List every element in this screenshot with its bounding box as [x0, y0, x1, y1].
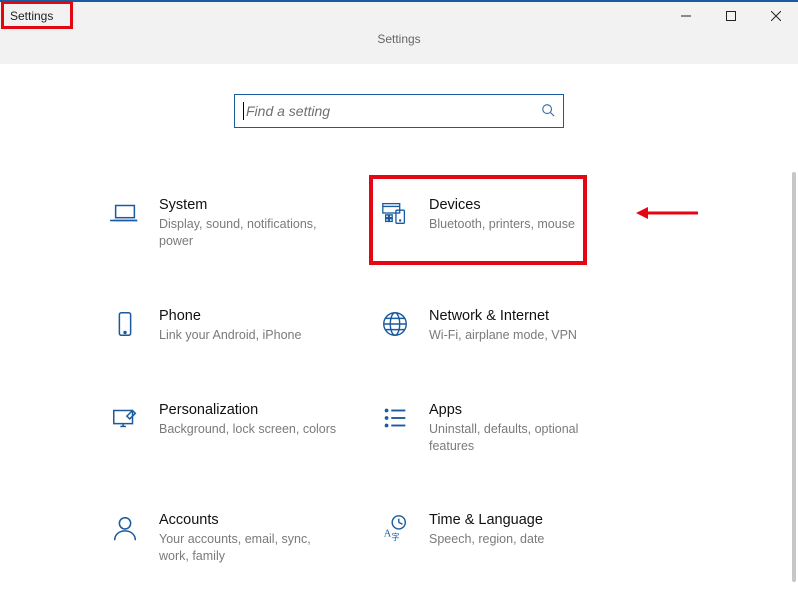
tile-text: Accounts Your accounts, email, sync, work…	[159, 512, 339, 565]
settings-tile-apps[interactable]: Apps Uninstall, defaults, optional featur…	[379, 398, 649, 459]
tile-title: Accounts	[159, 512, 339, 528]
breadcrumb-text: Settings	[377, 32, 420, 46]
tile-text: Devices Bluetooth, printers, mouse	[429, 197, 575, 233]
tile-text: Phone Link your Android, iPhone	[159, 308, 301, 344]
svg-text:字: 字	[391, 533, 399, 543]
search-input[interactable]	[246, 103, 541, 119]
tile-title: System	[159, 197, 339, 213]
search-wrap	[0, 94, 798, 128]
apps-icon	[379, 402, 411, 434]
settings-tile-network-internet[interactable]: Network & Internet Wi-Fi, airplane mode, …	[379, 304, 649, 348]
tile-description: Display, sound, notifications, power	[159, 216, 339, 250]
tile-title: Apps	[429, 402, 609, 418]
tile-description: Link your Android, iPhone	[159, 327, 301, 344]
settings-tile-phone[interactable]: Phone Link your Android, iPhone	[109, 304, 379, 348]
minimize-button[interactable]	[663, 1, 708, 31]
window-controls	[663, 1, 798, 31]
tile-title: Time & Language	[429, 512, 544, 528]
settings-tile-devices[interactable]: Devices Bluetooth, printers, mouse	[379, 193, 649, 254]
window-title: Settings	[0, 9, 53, 23]
tile-text: Apps Uninstall, defaults, optional featur…	[429, 402, 609, 455]
tile-description: Your accounts, email, sync, work, family	[159, 531, 339, 565]
devices-icon	[379, 197, 411, 229]
settings-tile-accounts[interactable]: Accounts Your accounts, email, sync, work…	[109, 508, 379, 569]
globe-icon	[379, 308, 411, 340]
close-button[interactable]	[753, 1, 798, 31]
settings-tile-personalization[interactable]: Personalization Background, lock screen, …	[109, 398, 379, 459]
titlebar: Settings	[0, 0, 798, 30]
tile-title: Network & Internet	[429, 308, 577, 324]
settings-tile-system[interactable]: System Display, sound, notifications, pow…	[109, 193, 379, 254]
time-lang-icon: A字	[379, 512, 411, 544]
tile-text: System Display, sound, notifications, pow…	[159, 197, 339, 250]
tile-description: Bluetooth, printers, mouse	[429, 216, 575, 233]
personalize-icon	[109, 402, 141, 434]
content-area: System Display, sound, notifications, pow…	[0, 64, 798, 607]
phone-icon	[109, 308, 141, 340]
tile-title: Phone	[159, 308, 301, 324]
accounts-icon	[109, 512, 141, 544]
settings-grid: System Display, sound, notifications, pow…	[109, 193, 689, 569]
maximize-button[interactable]	[708, 1, 753, 31]
tile-description: Background, lock screen, colors	[159, 421, 336, 438]
laptop-icon	[109, 197, 141, 229]
tile-title: Personalization	[159, 402, 336, 418]
search-icon	[541, 103, 555, 120]
tile-description: Uninstall, defaults, optional features	[429, 421, 609, 455]
text-cursor	[243, 102, 244, 120]
tile-text: Network & Internet Wi-Fi, airplane mode, …	[429, 308, 577, 344]
tile-title: Devices	[429, 197, 575, 213]
settings-tile-time-language[interactable]: A字 Time & Language Speech, region, date	[379, 508, 649, 569]
scrollbar[interactable]	[792, 172, 796, 582]
tile-description: Speech, region, date	[429, 531, 544, 548]
search-box[interactable]	[234, 94, 564, 128]
tile-text: Time & Language Speech, region, date	[429, 512, 544, 548]
tile-text: Personalization Background, lock screen, …	[159, 402, 336, 438]
breadcrumb: Settings	[0, 30, 798, 64]
tile-description: Wi-Fi, airplane mode, VPN	[429, 327, 577, 344]
